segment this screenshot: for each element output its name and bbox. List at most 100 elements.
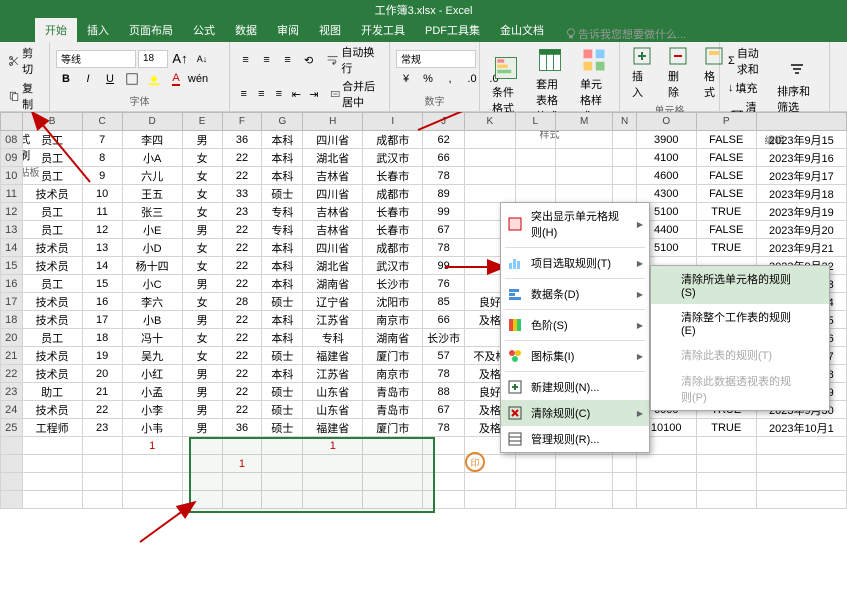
cell[interactable]: 小红 (122, 365, 182, 383)
cell[interactable]: 66 (423, 311, 465, 329)
cell[interactable]: 99 (423, 257, 465, 275)
cell[interactable]: 成都市 (363, 185, 423, 203)
cell[interactable]: 23 (82, 419, 122, 437)
cell[interactable] (464, 185, 515, 203)
cell[interactable]: 2023年10月1 (756, 419, 846, 437)
cell[interactable]: 山东省 (303, 383, 363, 401)
tab-formula[interactable]: 公式 (183, 18, 225, 42)
cell[interactable] (82, 437, 122, 455)
menu-manage-rules[interactable]: 管理规则(R)... (501, 426, 649, 452)
cell[interactable]: 33 (222, 185, 262, 203)
cell[interactable] (182, 437, 222, 455)
col-header[interactable]: J (423, 113, 465, 131)
cell[interactable] (756, 437, 846, 455)
cell[interactable] (515, 491, 555, 509)
cell[interactable]: FALSE (696, 167, 756, 185)
cell[interactable]: 女 (182, 203, 222, 221)
cell[interactable]: 男 (182, 221, 222, 239)
cell[interactable]: 78 (423, 365, 465, 383)
cell[interactable]: 67 (423, 221, 465, 239)
cell[interactable]: 武汉市 (363, 257, 423, 275)
cell[interactable] (613, 131, 636, 149)
cell[interactable] (303, 473, 363, 491)
align-mid-button[interactable]: ≡ (257, 51, 276, 69)
cell[interactable]: 78 (423, 167, 465, 185)
tab-pdf[interactable]: PDF工具集 (415, 18, 490, 42)
cell[interactable]: 女 (182, 149, 222, 167)
spreadsheet-grid[interactable]: BCDEFGHIJKLMNOP08员工7李四男36本科四川省成都市623900F… (0, 112, 847, 592)
cell[interactable] (464, 491, 515, 509)
cell[interactable]: 小孟 (122, 383, 182, 401)
col-header[interactable]: G (262, 113, 303, 131)
cell[interactable]: 长春市 (363, 167, 423, 185)
cell[interactable]: 江苏省 (303, 365, 363, 383)
orientation-button[interactable]: ⟲ (299, 51, 318, 69)
cell[interactable] (613, 491, 636, 509)
percent-button[interactable]: % (418, 70, 438, 88)
col-header[interactable]: K (464, 113, 515, 131)
menu-icon-sets[interactable]: 图标集(I)▶ (501, 343, 649, 369)
cell[interactable]: TRUE (696, 239, 756, 257)
tab-data[interactable]: 数据 (225, 18, 267, 42)
row-header[interactable]: 14 (1, 239, 23, 257)
cell[interactable]: 19 (82, 347, 122, 365)
cell[interactable]: 13 (82, 239, 122, 257)
cell[interactable]: 小李 (122, 401, 182, 419)
cell[interactable]: 女 (182, 185, 222, 203)
cell[interactable]: 小D (122, 239, 182, 257)
tab-insert[interactable]: 插入 (77, 18, 119, 42)
cell[interactable]: 22 (222, 365, 262, 383)
delete-button[interactable]: 删除 (662, 44, 694, 102)
cell[interactable]: 4100 (636, 149, 696, 167)
cell[interactable]: 本科 (262, 149, 303, 167)
row-header[interactable]: 17 (1, 293, 23, 311)
font-size-combo[interactable]: 18 (138, 50, 168, 68)
cell[interactable] (22, 491, 82, 509)
cell[interactable]: 员工 (22, 131, 82, 149)
decimal-inc-button[interactable]: .0 (462, 70, 482, 88)
col-header[interactable]: B (22, 113, 82, 131)
cell[interactable] (303, 491, 363, 509)
cell[interactable]: 李四 (122, 131, 182, 149)
cell[interactable] (515, 131, 555, 149)
cell[interactable] (613, 185, 636, 203)
row-header[interactable]: 10 (1, 167, 23, 185)
cell[interactable] (262, 455, 303, 473)
cell[interactable]: 员工 (22, 275, 82, 293)
cell[interactable]: 员工 (22, 167, 82, 185)
italic-button[interactable]: I (78, 70, 98, 88)
row-header[interactable]: 20 (1, 329, 23, 347)
underline-button[interactable]: U (100, 70, 120, 88)
cell[interactable]: 85 (423, 293, 465, 311)
align-top-button[interactable]: ≡ (236, 51, 255, 69)
cell[interactable]: 李六 (122, 293, 182, 311)
cell[interactable]: 张三 (122, 203, 182, 221)
cell[interactable]: 辽宁省 (303, 293, 363, 311)
phonetic-button[interactable]: wén (188, 70, 208, 88)
col-header[interactable]: E (182, 113, 222, 131)
cell[interactable]: 湖北省 (303, 149, 363, 167)
cell[interactable]: 沈阳市 (363, 293, 423, 311)
cell[interactable] (303, 455, 363, 473)
cell[interactable]: 硕士 (262, 293, 303, 311)
cell[interactable]: 22 (222, 383, 262, 401)
cell[interactable]: 助工 (22, 383, 82, 401)
cell[interactable]: 22 (222, 221, 262, 239)
cell[interactable]: 17 (82, 311, 122, 329)
row-header[interactable]: 08 (1, 131, 23, 149)
cell[interactable] (613, 455, 636, 473)
cell[interactable] (696, 437, 756, 455)
cell[interactable] (262, 491, 303, 509)
cell[interactable]: 20 (82, 365, 122, 383)
cell[interactable]: 长沙市 (363, 275, 423, 293)
cell[interactable]: 2023年9月20 (756, 221, 846, 239)
cell[interactable]: 武汉市 (363, 149, 423, 167)
cell[interactable]: 成都市 (363, 131, 423, 149)
cell[interactable]: 湖北省 (303, 257, 363, 275)
sort-filter-button[interactable]: 排序和筛选 (771, 59, 823, 117)
cell[interactable]: TRUE (696, 419, 756, 437)
cell[interactable] (613, 473, 636, 491)
cell[interactable]: 冯十 (122, 329, 182, 347)
menu-color-scales[interactable]: 色阶(S)▶ (501, 312, 649, 338)
row-header[interactable] (1, 455, 23, 473)
